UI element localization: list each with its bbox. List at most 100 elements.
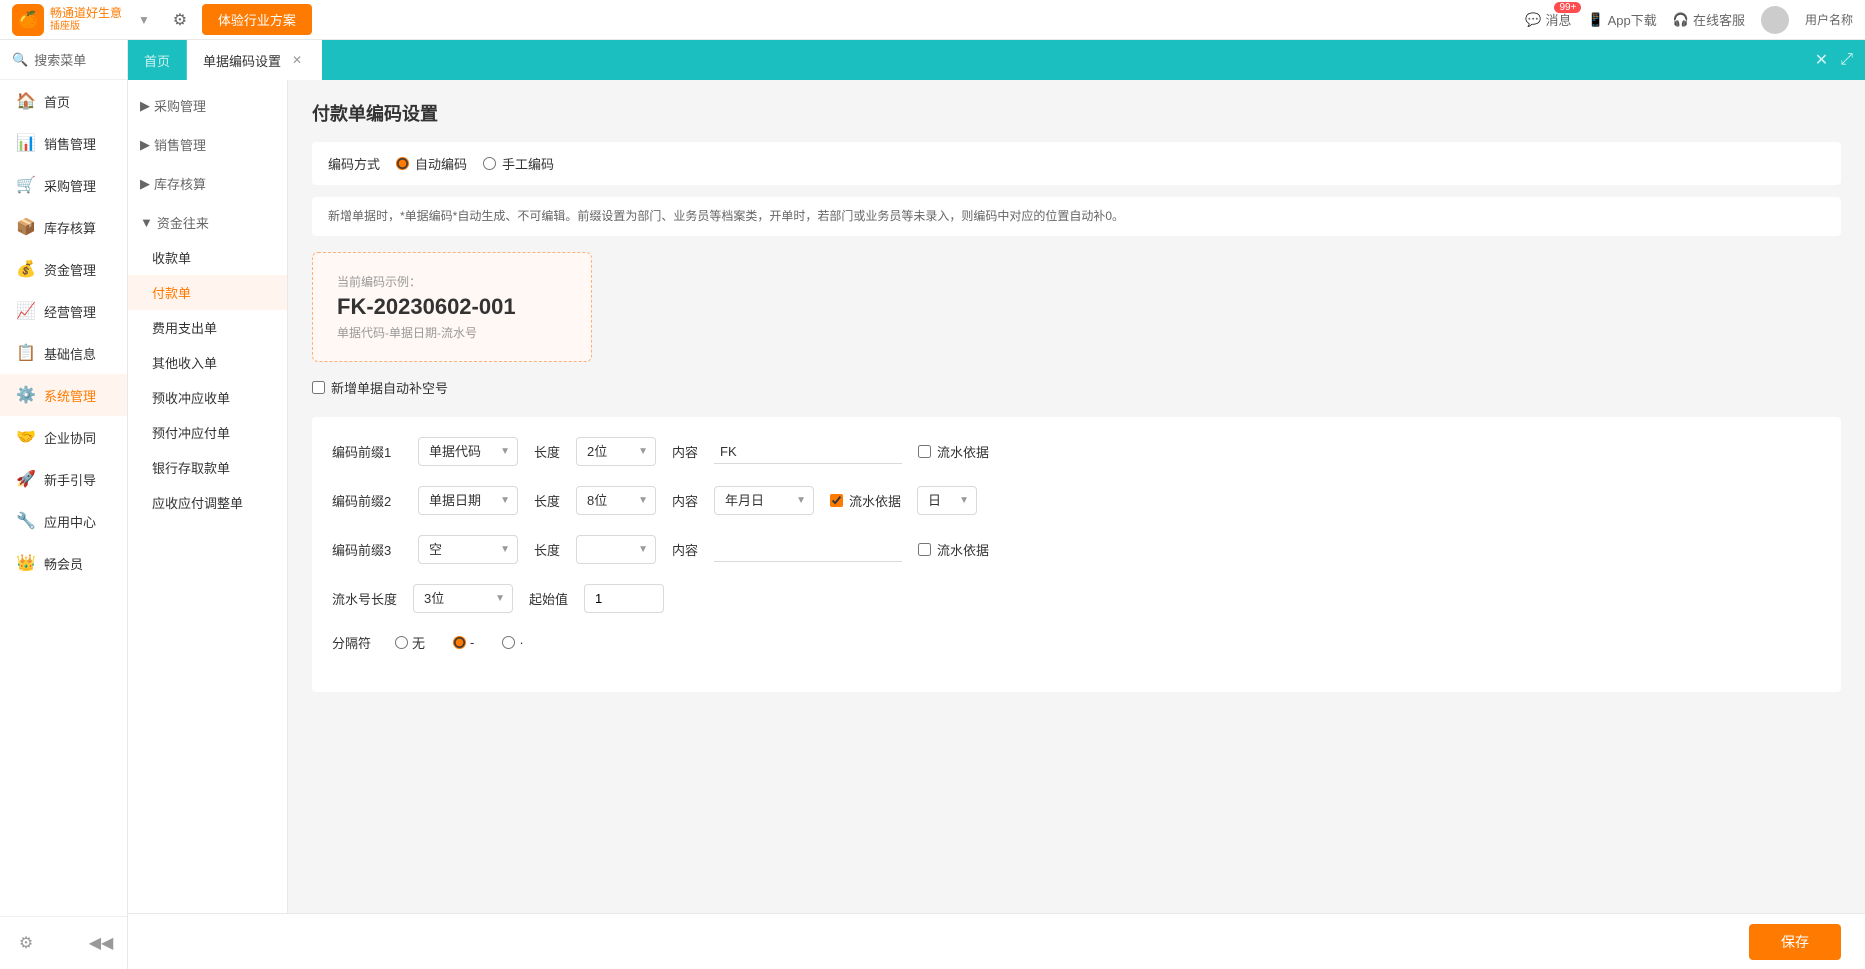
- sidebar-item-system[interactable]: ⚙️ 系统管理: [0, 374, 127, 416]
- purchase-icon: 🛒: [16, 175, 36, 195]
- content-input-3[interactable]: [714, 538, 902, 562]
- prefix-select-2[interactable]: 单据日期: [418, 486, 518, 515]
- sub-nav-sales[interactable]: ▶ 销售管理: [128, 127, 287, 162]
- service-icon: 🎧: [1673, 12, 1689, 28]
- sub-nav-receipt[interactable]: 收款单: [128, 240, 287, 275]
- sidebar-item-base[interactable]: 📋 基础信息: [0, 332, 127, 374]
- save-button[interactable]: 保存: [1749, 924, 1841, 960]
- sep-dot-radio[interactable]: [502, 636, 515, 649]
- length-select-3[interactable]: [576, 535, 656, 564]
- prefix-select-wrapper-3: 空 ▼: [418, 535, 518, 564]
- collapse-icon[interactable]: ◀◀: [85, 927, 117, 959]
- coding-method-label: 编码方式: [328, 154, 380, 173]
- sep-dash-option[interactable]: -: [453, 635, 474, 650]
- home-icon: 🏠: [16, 91, 36, 111]
- sidebar-item-apps[interactable]: 🔧 应用中心: [0, 500, 127, 542]
- separator-row: 分隔符 无 - ·: [332, 633, 1821, 652]
- sep-dash-radio[interactable]: [453, 636, 466, 649]
- search-menu[interactable]: 🔍 搜索菜单: [0, 40, 127, 80]
- prefix-label-1: 编码前缀1: [332, 442, 402, 461]
- prefix-select-1[interactable]: 单据代码: [418, 437, 518, 466]
- tab-encoding[interactable]: 单据编码设置 ✕: [187, 40, 322, 80]
- logo-icon: 🍊: [12, 4, 44, 36]
- length-select-wrapper-1: 2位 ▼: [576, 437, 656, 466]
- flow-checkbox-1[interactable]: [918, 445, 931, 458]
- sidebar-item-finance[interactable]: 💰 资金管理: [0, 248, 127, 290]
- auto-code-option[interactable]: 自动编码: [396, 154, 467, 173]
- start-value-input[interactable]: [584, 584, 664, 613]
- main-layout: 🔍 搜索菜单 🏠 首页 📊 销售管理 🛒 采购管理 📦 库存核算 💰: [0, 40, 1865, 969]
- app-icon: 📱: [1587, 12, 1603, 28]
- content-select-2[interactable]: 年月日: [714, 486, 814, 515]
- settings-bottom-icon[interactable]: ⚙: [10, 927, 42, 959]
- tab-bar: 首页 单据编码设置 ✕ ✕ ⤢: [128, 40, 1865, 80]
- serial-length-select[interactable]: 3位 4位 5位 6位: [413, 584, 513, 613]
- prefix-select-3[interactable]: 空: [418, 535, 518, 564]
- app-download-button[interactable]: 📱 App下载: [1587, 10, 1656, 29]
- preview-desc: 单据代码-单据日期-流水号: [337, 324, 567, 341]
- sub-nav-finance[interactable]: ▼ 资金往来: [128, 205, 287, 240]
- sub-nav-payment[interactable]: 付款单: [128, 275, 287, 310]
- user-name: 用户名称: [1805, 11, 1853, 28]
- code-preview-box: 当前编码示例： FK-20230602-001 单据代码-单据日期-流水号: [312, 252, 592, 362]
- top-bar: 🍊 畅通道好生意 插座版 ▼ ⚙ 体验行业方案 💬 消息 99+ 📱 App下载…: [0, 0, 1865, 40]
- prefix-label-3: 编码前缀3: [332, 540, 402, 559]
- length-label-2: 长度: [534, 491, 560, 510]
- sep-dot-option[interactable]: ·: [502, 635, 523, 650]
- tab-close-icon[interactable]: ✕: [289, 52, 305, 68]
- trial-button[interactable]: 体验行业方案: [202, 4, 312, 35]
- online-service-button[interactable]: 🎧 在线客服: [1673, 10, 1745, 29]
- auto-code-radio[interactable]: [396, 157, 409, 170]
- sidebar-item-inventory[interactable]: 📦 库存核算: [0, 206, 127, 248]
- flow-checkbox-2[interactable]: [830, 494, 843, 507]
- length-select-wrapper-2: 8位 ▼: [576, 486, 656, 515]
- sidebar-item-partner[interactable]: 🤝 企业协同: [0, 416, 127, 458]
- sub-nav-inventory[interactable]: ▶ 库存核算: [128, 166, 287, 201]
- sidebar-item-operations[interactable]: 📈 经营管理: [0, 290, 127, 332]
- sub-nav-prepay-pay[interactable]: 预付冲应付单: [128, 415, 287, 450]
- sidebar-item-sales[interactable]: 📊 销售管理: [0, 122, 127, 164]
- content-input-1[interactable]: [714, 440, 902, 464]
- length-select-2[interactable]: 8位: [576, 486, 656, 515]
- operations-icon: 📈: [16, 301, 36, 321]
- serial-length-select-wrapper: 3位 4位 5位 6位 ▼: [413, 584, 513, 613]
- flow-label-2: 流水依据: [849, 491, 901, 510]
- sep-none-radio[interactable]: [395, 636, 408, 649]
- workspace-dropdown[interactable]: ▼: [130, 9, 158, 31]
- tab-actions: ✕ ⤢: [1803, 40, 1865, 80]
- length-select-wrapper-3: ▼: [576, 535, 656, 564]
- sub-nav-receivable-adjust[interactable]: 应收应付调整单: [128, 485, 287, 520]
- sidebar-item-purchase[interactable]: 🛒 采购管理: [0, 164, 127, 206]
- sidebar-item-member[interactable]: 👑 畅会员: [0, 542, 127, 584]
- sep-none-option[interactable]: 无: [395, 633, 425, 652]
- auto-fill-checkbox[interactable]: [312, 381, 325, 394]
- page-content: ▶ 采购管理 ▶ 销售管理 ▶ 库存核算: [128, 80, 1865, 913]
- sub-nav-expense[interactable]: 费用支出单: [128, 310, 287, 345]
- manual-code-radio[interactable]: [483, 157, 496, 170]
- tab-home[interactable]: 首页: [128, 40, 187, 80]
- sidebar-item-home[interactable]: 🏠 首页: [0, 80, 127, 122]
- sub-nav-prepay-receive[interactable]: 预收冲应收单: [128, 380, 287, 415]
- length-select-1[interactable]: 2位: [576, 437, 656, 466]
- tab-maximize-icon[interactable]: ⤢: [1836, 47, 1857, 73]
- message-button[interactable]: 💬 消息 99+: [1525, 10, 1571, 29]
- avatar: [1761, 6, 1789, 34]
- message-icon: 💬: [1525, 12, 1541, 28]
- tab-spacer: [322, 40, 1803, 80]
- content-label-3: 内容: [672, 540, 698, 559]
- sidebar-item-guide[interactable]: 🚀 新手引导: [0, 458, 127, 500]
- prefix-row-1: 编码前缀1 单据代码 ▼ 长度 2位 ▼: [332, 437, 1821, 466]
- manual-code-option[interactable]: 手工编码: [483, 154, 554, 173]
- prefix-row-2: 编码前缀2 单据日期 ▼ 长度 8位 ▼: [332, 486, 1821, 515]
- tab-minimize-icon[interactable]: ✕: [1811, 46, 1832, 74]
- length-label-3: 长度: [534, 540, 560, 559]
- flow-checkbox-3[interactable]: [918, 543, 931, 556]
- sub-nav-purchase[interactable]: ▶ 采购管理: [128, 88, 287, 123]
- base-icon: 📋: [16, 343, 36, 363]
- settings-icon[interactable]: ⚙: [166, 6, 194, 34]
- partner-icon: 🤝: [16, 427, 36, 447]
- flow-unit-select-2[interactable]: 日 月 年: [917, 486, 977, 515]
- start-value-label: 起始值: [529, 589, 568, 608]
- sub-nav-bank-deposit[interactable]: 银行存取款单: [128, 450, 287, 485]
- sub-nav-other-income[interactable]: 其他收入单: [128, 345, 287, 380]
